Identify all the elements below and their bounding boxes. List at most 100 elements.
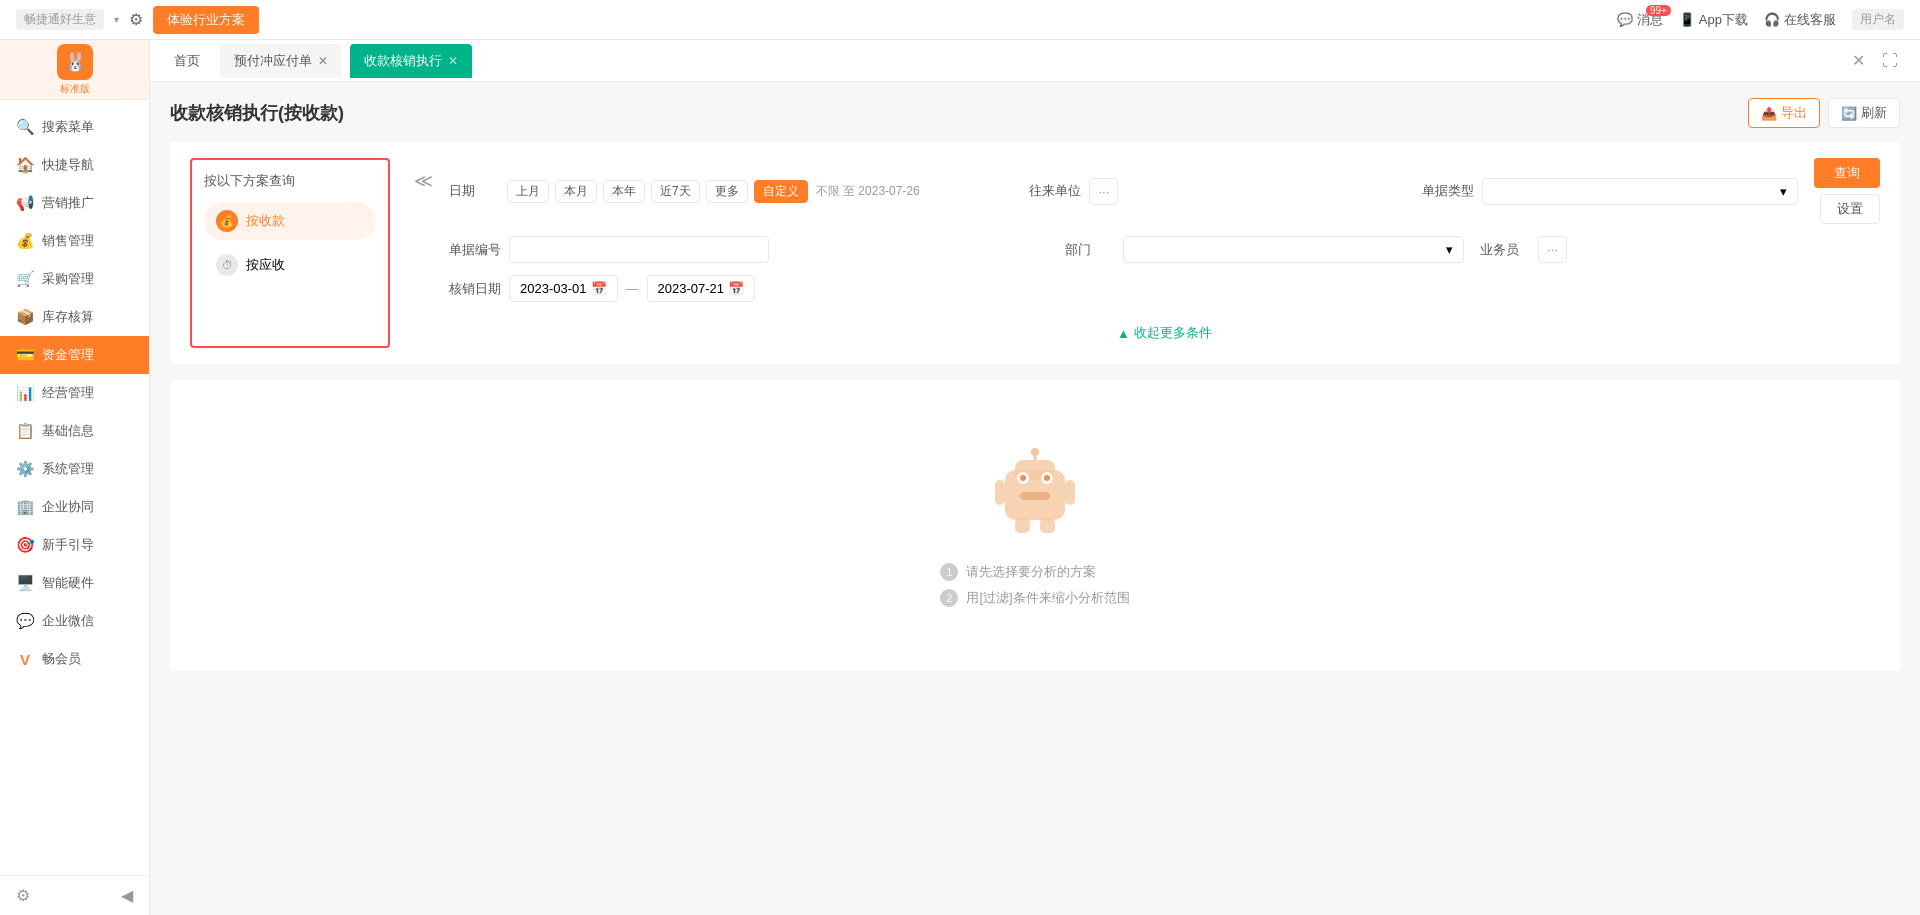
sidebar-label-hardware: 智能硬件: [42, 574, 94, 592]
verify-date-end-input[interactable]: 2023-07-21 📅: [647, 275, 756, 302]
calendar-start-icon[interactable]: 📅: [591, 281, 607, 296]
collapse-chevron-icon: ▲: [1117, 326, 1130, 341]
refresh-button[interactable]: 🔄 刷新: [1828, 98, 1900, 128]
topbar: 畅捷通好生意 ▾ ⚙ 体验行业方案 💬 消息 99+ 📱 App下载 🎧 在线客…: [0, 0, 1920, 40]
filter-staff-field: 业务员 ···: [1480, 236, 1880, 263]
partner-select-btn[interactable]: ···: [1089, 178, 1118, 205]
svg-rect-10: [1065, 480, 1075, 505]
date-last-month-btn[interactable]: 上月: [507, 180, 549, 203]
sidebar-item-member[interactable]: V 畅会员: [0, 640, 149, 678]
svg-point-6: [1020, 475, 1026, 481]
sidebar-collapse-icon[interactable]: ◀: [121, 886, 133, 905]
online-service-label: 在线客服: [1784, 11, 1836, 29]
sidebar-item-guide[interactable]: 🎯 新手引导: [0, 526, 149, 564]
export-label: 导出: [1781, 104, 1807, 122]
tip-num-1: 1: [940, 563, 958, 581]
sidebar-label-quick-nav: 快捷导航: [42, 156, 94, 174]
docno-label: 单据编号: [449, 241, 501, 259]
hardware-icon: 🖥️: [16, 574, 34, 592]
svg-point-3: [1031, 448, 1039, 456]
sidebar-item-enterprise[interactable]: 🏢 企业协同: [0, 488, 149, 526]
docno-input[interactable]: [509, 236, 769, 263]
date-this-month-btn[interactable]: 本月: [555, 180, 597, 203]
tab-prepay-close-icon[interactable]: ✕: [318, 54, 328, 68]
tab-collection[interactable]: 收款核销执行 ✕: [350, 44, 472, 78]
topbar-gear-icon[interactable]: ⚙: [129, 10, 143, 29]
filter-row-3: 核销日期 2023-03-01 📅 — 2023-07-21 📅: [449, 275, 1880, 302]
empty-tip-1: 1 请先选择要分析的方案: [940, 559, 1129, 585]
purchase-icon: 🛒: [16, 270, 34, 288]
date-no-limit-label: 不限 至 2023-07-26: [816, 183, 920, 200]
main-layout: 🐰 标准版 🔍 搜索菜单 🏠 快捷导航 📢 营销推广 💰 销售管理 🛒: [0, 40, 1920, 915]
sidebar-item-finance[interactable]: 💳 资金管理: [0, 336, 149, 374]
basic-info-icon: 📋: [16, 422, 34, 440]
logo-icon: 🐰: [57, 44, 93, 80]
sidebar-settings-icon[interactable]: ⚙: [16, 886, 30, 905]
solution-button[interactable]: 体验行业方案: [153, 6, 259, 34]
date-this-year-btn[interactable]: 本年: [603, 180, 645, 203]
date-more-btn[interactable]: 更多: [706, 180, 748, 203]
sidebar-label-business: 经营管理: [42, 384, 94, 402]
marketing-icon: 📢: [16, 194, 34, 212]
tab-close-button[interactable]: ✕: [1844, 47, 1872, 75]
collapse-more-btn[interactable]: ▲ 收起更多条件: [449, 318, 1880, 348]
date-7days-btn[interactable]: 近7天: [651, 180, 700, 203]
sidebar-item-basic-info[interactable]: 📋 基础信息: [0, 412, 149, 450]
sidebar-item-hardware[interactable]: 🖥️ 智能硬件: [0, 564, 149, 602]
verify-date-start-input[interactable]: 2023-03-01 📅: [509, 275, 618, 302]
filter-option-by-receipt[interactable]: 💰 按收款: [204, 202, 376, 240]
content-area: 首页 预付冲应付单 ✕ 收款核销执行 ✕ ✕ ⛶ 收款核销执行(按收款): [150, 40, 1920, 915]
doctype-select[interactable]: ▾: [1482, 178, 1798, 205]
tab-expand-button[interactable]: ⛶: [1876, 47, 1904, 75]
sidebar-item-marketing[interactable]: 📢 营销推广: [0, 184, 149, 222]
tab-collection-close-icon[interactable]: ✕: [448, 54, 458, 68]
page-title: 收款核销执行(按收款): [170, 101, 344, 125]
sales-icon: 💰: [16, 232, 34, 250]
tab-prepay-label: 预付冲应付单: [234, 52, 312, 70]
staff-select-btn[interactable]: ···: [1538, 236, 1567, 263]
sidebar-item-quick-nav[interactable]: 🏠 快捷导航: [0, 146, 149, 184]
dept-select[interactable]: ▾: [1123, 236, 1465, 263]
app-download-button[interactable]: 📱 App下载: [1679, 11, 1748, 29]
filter-collapse-left-icon[interactable]: ≪: [410, 166, 437, 196]
empty-robot-illustration: [985, 440, 1085, 543]
query-button[interactable]: 查询: [1814, 158, 1880, 188]
business-icon: 📊: [16, 384, 34, 402]
calendar-end-icon[interactable]: 📅: [728, 281, 744, 296]
filter-option-by-receivable[interactable]: ⏱ 按应收: [204, 246, 376, 284]
online-service-button[interactable]: 🎧 在线客服: [1764, 11, 1836, 29]
date-custom-btn[interactable]: 自定义: [754, 180, 808, 203]
edition-label: 标准版: [60, 82, 90, 96]
export-button[interactable]: 📤 导出: [1748, 98, 1820, 128]
sidebar-item-wechat[interactable]: 💬 企业微信: [0, 602, 149, 640]
sidebar-item-search-menu[interactable]: 🔍 搜索菜单: [0, 108, 149, 146]
app-download-label: App下载: [1699, 11, 1748, 29]
filter-docno-field: 单据编号: [449, 236, 1049, 263]
sidebar-bottom: ⚙ ◀: [0, 875, 149, 915]
finance-icon: 💳: [16, 346, 34, 364]
sidebar-item-sales[interactable]: 💰 销售管理: [0, 222, 149, 260]
sidebar-item-business[interactable]: 📊 经营管理: [0, 374, 149, 412]
topbar-left: 畅捷通好生意 ▾ ⚙ 体验行业方案: [16, 6, 1617, 34]
sidebar-item-purchase[interactable]: 🛒 采购管理: [0, 260, 149, 298]
search-menu-icon: 🔍: [16, 118, 34, 136]
svg-point-7: [1044, 475, 1050, 481]
user-info[interactable]: 用户名: [1852, 9, 1904, 30]
tab-home[interactable]: 首页: [158, 44, 216, 78]
messages-button[interactable]: 💬 消息 99+: [1617, 11, 1663, 29]
filter-verify-date-field: 核销日期 2023-03-01 📅 — 2023-07-21 📅: [449, 275, 1880, 302]
sidebar-label-system: 系统管理: [42, 460, 94, 478]
sidebar-item-inventory[interactable]: 📦 库存核算: [0, 298, 149, 336]
sidebar-label-enterprise: 企业协同: [42, 498, 94, 516]
partner-label: 往来单位: [1029, 182, 1081, 200]
tab-prepay[interactable]: 预付冲应付单 ✕: [220, 44, 342, 78]
sidebar-item-system[interactable]: ⚙️ 系统管理: [0, 450, 149, 488]
sidebar-label-marketing: 营销推广: [42, 194, 94, 212]
filter-option-receipt-label: 按收款: [246, 212, 285, 230]
sidebar-label-search-menu: 搜索菜单: [42, 118, 94, 136]
empty-tip-2: 2 用[过滤]条件来缩小分析范围: [940, 585, 1129, 611]
settings-button[interactable]: 设置: [1820, 194, 1880, 224]
receivable-option-icon: ⏱: [216, 254, 238, 276]
refresh-icon: 🔄: [1841, 106, 1857, 121]
dept-label: 部门: [1065, 241, 1115, 259]
